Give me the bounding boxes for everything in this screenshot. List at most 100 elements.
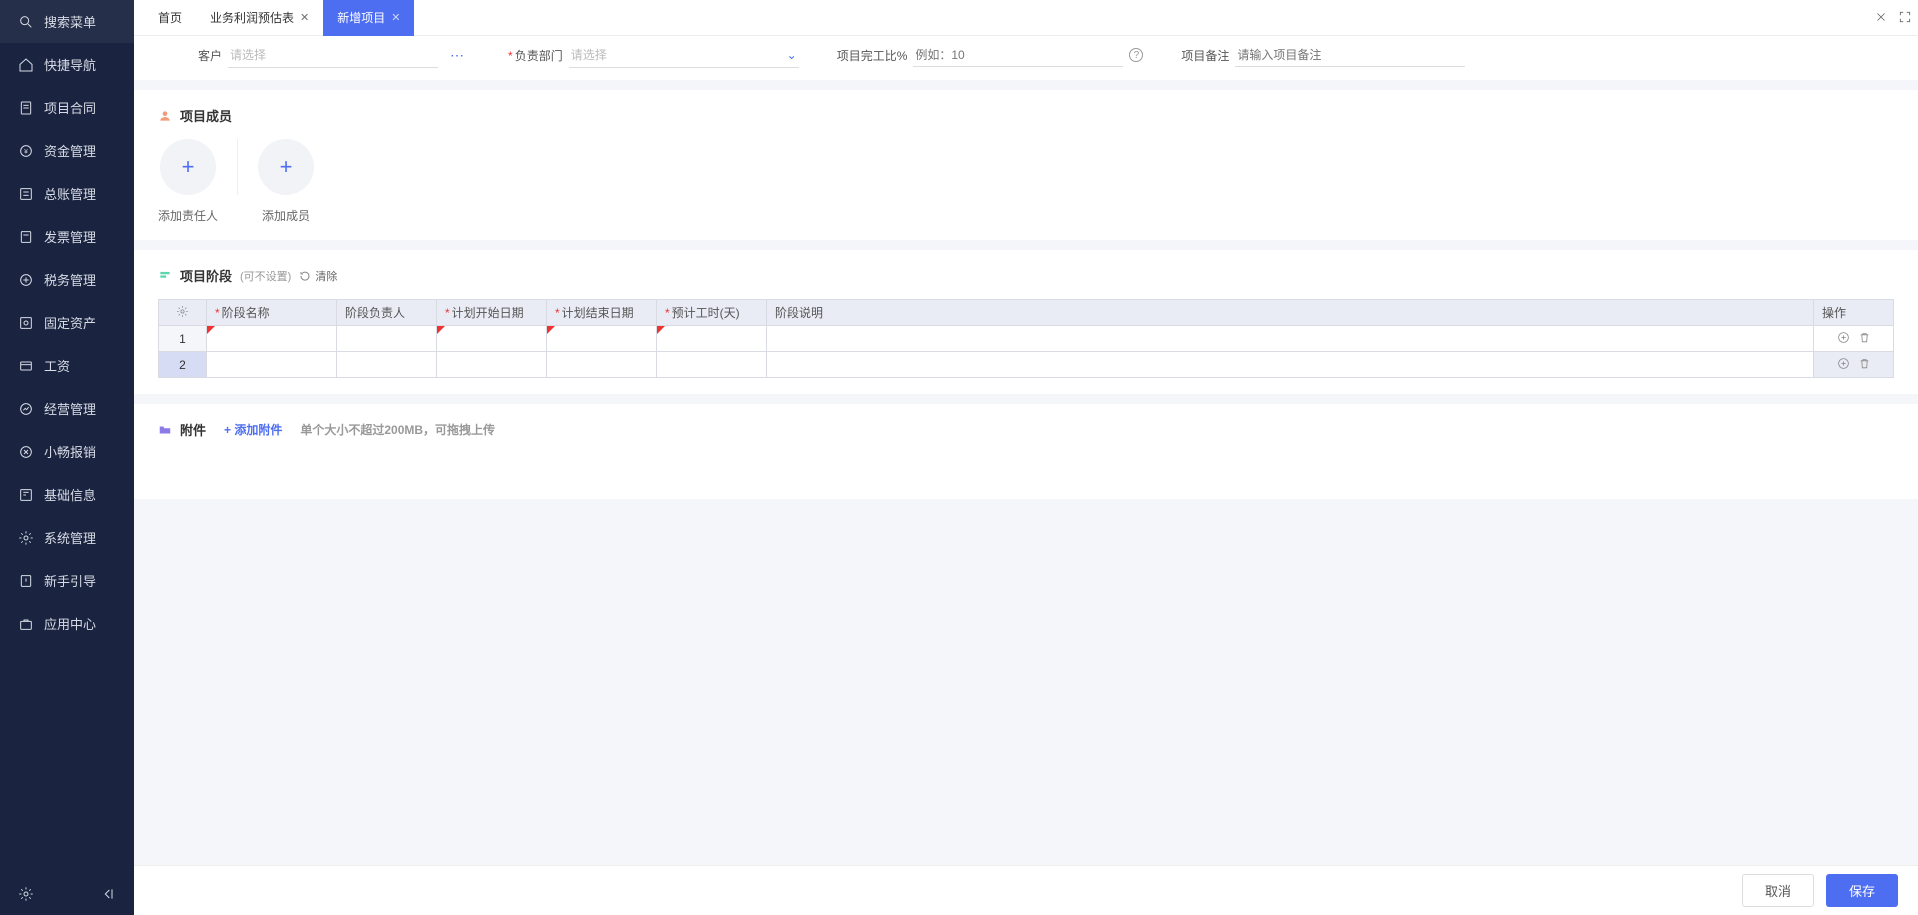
sidebar-item-asset[interactable]: 固定资产 [0,301,134,344]
sidebar-item-label: 固定资产 [44,313,96,332]
row-ops [1814,326,1894,352]
cell-owner[interactable] [337,326,437,352]
tab-home[interactable]: 首页 [144,0,196,36]
tab-label: 业务利润预估表 [210,9,294,26]
sidebar-item-guide[interactable]: 新手引导 [0,559,134,602]
save-button[interactable]: 保存 [1826,874,1898,907]
cell-end[interactable] [547,352,657,378]
cell-desc[interactable] [767,326,1814,352]
sidebar-item-label: 小畅报销 [44,442,96,461]
sidebar-item-project-contract[interactable]: 项目合同 [0,86,134,129]
sidebar-item-label: 税务管理 [44,270,96,289]
cell-owner[interactable] [337,352,437,378]
sidebar-item-label: 工资 [44,356,70,375]
col-end: *计划结束日期 [547,300,657,326]
cell-name[interactable] [207,326,337,352]
sidebar-item-tax[interactable]: 税务管理 [0,258,134,301]
sidebar-item-apps[interactable]: 应用中心 [0,602,134,645]
settings-icon[interactable] [18,886,34,905]
close-icon[interactable]: ✕ [300,11,309,24]
attachments-block: 附件 + 添加附件 单个大小不超过200MB，可拖拽上传 [134,404,1918,499]
customer-label: 客户 [198,47,222,64]
add-member-tile: + 添加成员 [258,139,314,224]
cell-desc[interactable] [767,352,1814,378]
sidebar-item-baseinfo[interactable]: 基础信息 [0,473,134,516]
gear-header[interactable] [159,300,207,326]
stages-clear-link[interactable]: 清除 [299,268,337,284]
guide-icon [18,573,34,589]
search-icon [18,14,34,30]
home-icon [18,57,34,73]
close-panel-icon[interactable] [1874,10,1888,27]
info-icon [18,487,34,503]
close-icon[interactable]: ✕ [391,11,400,24]
tab-profit-estimate[interactable]: 业务利润预估表 ✕ [196,0,323,36]
cell-start[interactable] [437,352,547,378]
svg-text:¥: ¥ [24,148,28,155]
delete-row-icon[interactable] [1858,357,1871,373]
remark-input[interactable] [1235,44,1465,67]
fullscreen-icon[interactable] [1898,10,1912,27]
members-block: 项目成员 + 添加责任人 + 添加成员 [134,90,1918,240]
cell-days[interactable] [657,352,767,378]
sidebar-item-expense[interactable]: 小畅报销 [0,430,134,473]
sidebar-item-label: 发票管理 [44,227,96,246]
cell-end[interactable] [547,326,657,352]
salary-icon [18,358,34,374]
col-desc: 阶段说明 [767,300,1814,326]
add-row-icon[interactable] [1837,331,1850,347]
stages-note: (可不设置) [240,268,291,284]
sidebar-item-biz[interactable]: 经营管理 [0,387,134,430]
tab-label: 首页 [158,9,182,26]
cell-days[interactable] [657,326,767,352]
remark-label: 项目备注 [1181,47,1229,64]
customer-select[interactable]: 请选择 [228,42,438,68]
progress-input[interactable] [913,44,1123,67]
table-row: 1 [159,326,1894,352]
add-row-icon[interactable] [1837,357,1850,373]
sidebar: 搜索菜单 快捷导航 项目合同 ¥ 资金管理 总账管理 发票管理 税务管理 固定资 [0,0,134,915]
progress-label: 项目完工比% [837,47,908,64]
dept-label: *负责部门 [508,47,563,64]
biz-icon [18,401,34,417]
sidebar-item-salary[interactable]: 工资 [0,344,134,387]
sidebar-item-label: 总账管理 [44,184,96,203]
add-member-button[interactable]: + [258,139,314,195]
invoice-icon [18,229,34,245]
collapse-icon[interactable] [100,886,116,905]
col-start: *计划开始日期 [437,300,547,326]
help-icon[interactable]: ? [1129,48,1143,62]
apps-icon [18,616,34,632]
sidebar-item-system[interactable]: 系统管理 [0,516,134,559]
cell-start[interactable] [437,326,547,352]
members-icon [158,109,172,123]
sidebar-item-quicknav[interactable]: 快捷导航 [0,43,134,86]
dept-select[interactable]: 请选择 ⌄ [569,42,799,68]
more-icon[interactable]: ⋯ [444,47,470,64]
row-ops [1814,352,1894,378]
cancel-button[interactable]: 取消 [1742,874,1814,907]
folder-icon [158,423,172,437]
sidebar-item-invoice[interactable]: 发票管理 [0,215,134,258]
add-attachment-link[interactable]: + 添加附件 [224,421,282,438]
sidebar-item-search[interactable]: 搜索菜单 [0,0,134,43]
tab-label: 新增项目 [337,9,385,26]
members-title: 项目成员 [180,106,232,125]
stages-table: *阶段名称 阶段负责人 *计划开始日期 *计划结束日期 *预计工时(天) 阶段说… [158,299,1894,378]
sidebar-item-label: 搜索菜单 [44,12,96,31]
expense-icon [18,444,34,460]
sidebar-item-fund[interactable]: ¥ 资金管理 [0,129,134,172]
col-owner: 阶段负责人 [337,300,437,326]
col-ops: 操作 [1814,300,1894,326]
row-number: 2 [159,352,207,378]
cell-name[interactable] [207,352,337,378]
sidebar-footer [0,876,134,915]
delete-row-icon[interactable] [1858,331,1871,347]
col-days: *预计工时(天) [657,300,767,326]
form-row: 客户 请选择 ⋯ *负责部门 请选择 ⌄ 项目完工比% ? 项目备注 [134,36,1918,80]
sidebar-item-ledger[interactable]: 总账管理 [0,172,134,215]
tab-new-project[interactable]: 新增项目 ✕ [323,0,414,36]
sidebar-item-label: 快捷导航 [44,55,96,74]
doc-icon [18,100,34,116]
add-owner-button[interactable]: + [160,139,216,195]
